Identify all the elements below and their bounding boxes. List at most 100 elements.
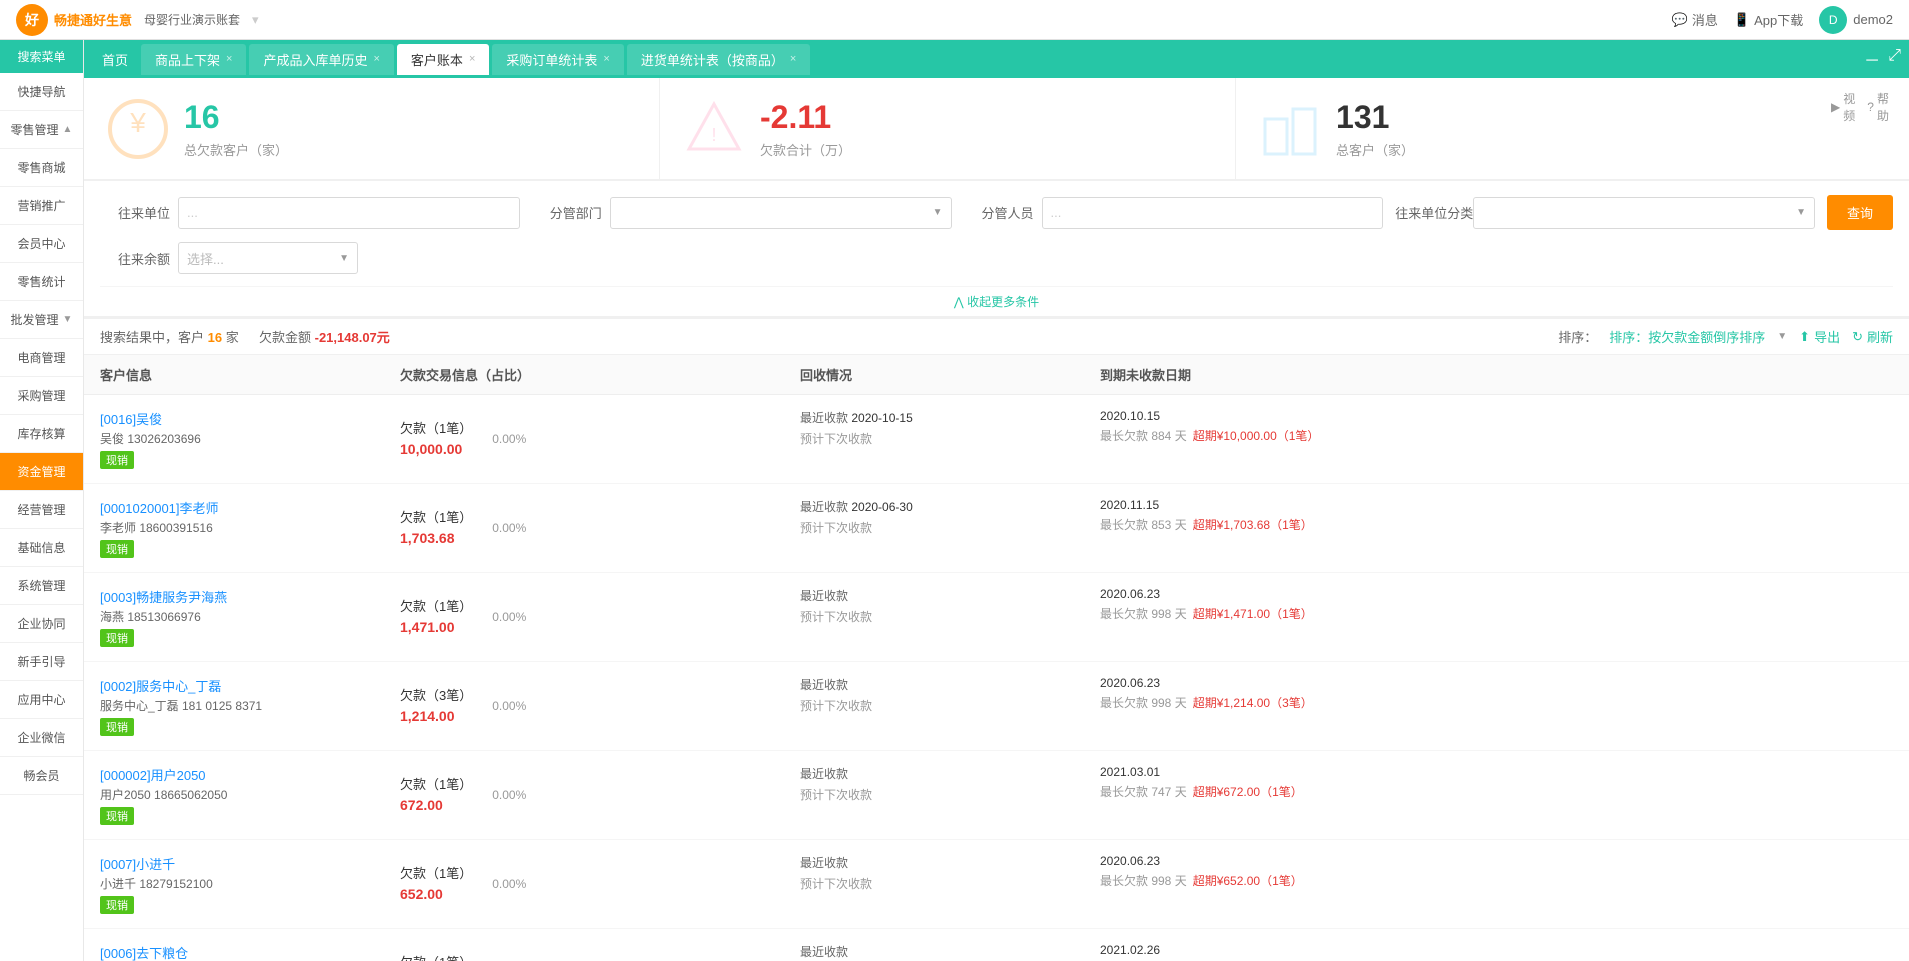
tab-customer-account[interactable]: 客户账本 ×: [397, 44, 489, 75]
customer-info-1: [0001020001]李老师 李老师 18600391516 现销: [100, 498, 400, 558]
top-bar: 好 畅捷通好生意 母婴行业演示账套 ▾ 💬 消息 📱 App下载 D demo2: [0, 0, 1909, 40]
customer-info-0: [0016]吴俊 吴俊 13026203696 现销: [100, 409, 400, 469]
overdue-date-1: 2020.11.15: [1100, 498, 1893, 512]
help-links: ▶ 视频 ? 帮助: [1831, 90, 1889, 124]
customer-info-4: [000002]用户2050 用户2050 18665062050 现销: [100, 765, 400, 825]
debt-amount-2: 1,471.00: [400, 619, 472, 635]
table-row: [0006]去下粮仓 陈小邦 现销 欠款（1笔） 455.90 0.00% 最: [84, 929, 1909, 961]
app-download-link[interactable]: 📱 App下载: [1734, 10, 1803, 29]
debt-count-5: 欠款（1笔）: [400, 863, 472, 882]
debt-cell-0: 欠款（1笔） 10,000.00 0.00%: [400, 409, 800, 469]
sidebar-item-purchase-mgmt[interactable]: 采购管理: [0, 377, 83, 415]
result-info: 搜索结果中，客户 16 家 欠款金额 -21,148.07元: [100, 327, 390, 346]
overdue-link-2[interactable]: 超期¥1,471.00（1笔）: [1193, 605, 1313, 622]
sidebar-item-app-center[interactable]: 应用中心: [0, 681, 83, 719]
tab-home[interactable]: 首页: [92, 44, 138, 75]
sidebar-item-retail-stats[interactable]: 零售统计: [0, 263, 83, 301]
col-header-payment: 回收情况: [800, 365, 1100, 384]
chevron-down-icon: ▼: [933, 207, 943, 218]
sidebar-item-inventory-check[interactable]: 库存核算: [0, 415, 83, 453]
overdue-link-0[interactable]: 超期¥10,000.00（1笔）: [1193, 427, 1320, 444]
tab-purchase-order[interactable]: 采购订单统计表 ×: [492, 44, 623, 75]
sidebar-item-free-member[interactable]: 畅会员: [0, 757, 83, 795]
sidebar-item-finance-mgmt[interactable]: 资金管理: [0, 453, 83, 491]
stat-info-total-customers: 131 总客户（家）: [1336, 98, 1787, 159]
payment-info-2: 最近收款 预计下次收款: [800, 587, 1100, 647]
message-link[interactable]: 💬 消息: [1672, 10, 1718, 29]
overdue-link-3[interactable]: 超期¥1,214.00（3笔）: [1193, 694, 1313, 711]
customer-info-5: [0007]小进千 小进千 18279152100 现销: [100, 854, 400, 914]
filter-label-balance: 往来余额: [100, 249, 170, 268]
customer-tag-4: 现销: [100, 807, 134, 825]
tab-products[interactable]: 商品上下架 ×: [141, 44, 246, 75]
customer-name-4[interactable]: [000002]用户2050: [100, 765, 400, 784]
sort-select[interactable]: 排序：按欠款金额倒序排序: [1609, 327, 1765, 346]
overdue-link-5[interactable]: 超期¥652.00（1笔）: [1193, 872, 1303, 889]
tab-expand-icon[interactable]: ⤢: [1888, 47, 1901, 71]
customer-phone-0: 吴俊 13026203696: [100, 430, 400, 447]
tab-close-products[interactable]: ×: [226, 53, 232, 65]
debt-cell-2: 欠款（1笔） 1,471.00 0.00%: [400, 587, 800, 647]
collapse-row[interactable]: ⋀ 收起更多条件: [100, 286, 1893, 316]
sidebar-item-ecommerce[interactable]: 电商管理: [0, 339, 83, 377]
video-link[interactable]: ▶ 视频: [1831, 90, 1855, 124]
tab-inventory-stats[interactable]: 进货单统计表（按商品） ×: [627, 44, 810, 75]
customer-phone-1: 李老师 18600391516: [100, 519, 400, 536]
customer-name-3[interactable]: [0002]服务中心_丁磊: [100, 676, 400, 695]
overdue-date-5: 2020.06.23: [1100, 854, 1893, 868]
tab-close-purchase-order[interactable]: ×: [603, 53, 609, 65]
tab-close-customer-account[interactable]: ×: [469, 53, 475, 65]
sidebar-item-retail-mgmt[interactable]: 零售管理 ▲: [0, 111, 83, 149]
payment-info-1: 最近收款 2020-06-30 预计下次收款: [800, 498, 1100, 558]
sidebar-item-enterprise-wechat[interactable]: 企业微信: [0, 719, 83, 757]
sidebar-item-marketing[interactable]: 营销推广: [0, 187, 83, 225]
export-button[interactable]: ⬆ 导出: [1799, 327, 1840, 346]
user-menu[interactable]: D demo2: [1819, 6, 1893, 34]
overdue-link-1[interactable]: 超期¥1,703.68（1笔）: [1193, 516, 1313, 533]
filter-input-source-unit[interactable]: ...: [178, 197, 520, 229]
stat-icon-total-customers: [1260, 99, 1320, 159]
tab-minimize-icon[interactable]: －: [1864, 47, 1880, 71]
sidebar-search[interactable]: 搜索菜单: [0, 40, 83, 73]
sidebar-item-basic-info[interactable]: 基础信息: [0, 529, 83, 567]
sidebar-item-member-center[interactable]: 会员中心: [0, 225, 83, 263]
payment-info-6: 最近收款 预计下次收款: [800, 943, 1100, 961]
sidebar-item-batch-mgmt[interactable]: 批发管理 ▼: [0, 301, 83, 339]
overdue-link-4[interactable]: 超期¥672.00（1笔）: [1193, 783, 1303, 800]
tab-close-production[interactable]: ×: [373, 53, 379, 65]
sidebar: 搜索菜单 快捷导航 零售管理 ▲ 零售商城 营销推广 会员中心 零售统计 批发管…: [0, 40, 84, 961]
filter-label-unit-category: 往来单位分类: [1395, 203, 1465, 222]
sidebar-item-enterprise-coop[interactable]: 企业协同: [0, 605, 83, 643]
sidebar-item-new-guide[interactable]: 新手引导: [0, 643, 83, 681]
customer-name-2[interactable]: [0003]畅捷服务尹海燕: [100, 587, 400, 606]
search-button[interactable]: 查询: [1827, 195, 1893, 230]
filter-input-manager[interactable]: ...: [1042, 197, 1384, 229]
sidebar-item-quick-nav[interactable]: 快捷导航: [0, 73, 83, 111]
filter-item-source-unit: 往来单位 ...: [100, 197, 520, 229]
help-link[interactable]: ? 帮助: [1867, 90, 1889, 124]
table-row: [0002]服务中心_丁磊 服务中心_丁磊 181 0125 8371 现销 欠…: [84, 662, 1909, 751]
customer-name-5[interactable]: [0007]小进千: [100, 854, 400, 873]
top-bar-right: 💬 消息 📱 App下载 D demo2: [1672, 6, 1893, 34]
col-header-overdue: 到期未收款日期: [1100, 365, 1893, 384]
refresh-button[interactable]: ↻ 刷新: [1852, 327, 1893, 346]
tab-close-inventory-stats[interactable]: ×: [790, 53, 796, 65]
tab-production[interactable]: 产成品入库单历史 ×: [249, 44, 393, 75]
filter-item-department: 分管部门 ▼: [532, 197, 952, 229]
filter-section: 往来单位 ... 分管部门 ▼ 分管人员: [84, 181, 1909, 316]
customer-info-6: [0006]去下粮仓 陈小邦 现销: [100, 943, 400, 961]
customer-name-1[interactable]: [0001020001]李老师: [100, 498, 400, 517]
sidebar-item-ops-mgmt[interactable]: 经营管理: [0, 491, 83, 529]
sidebar-item-system-mgmt[interactable]: 系统管理: [0, 567, 83, 605]
filter-select-unit-category[interactable]: ▼: [1473, 197, 1815, 229]
filter-select-department[interactable]: ▼: [610, 197, 952, 229]
debt-percent-5: 0.00%: [492, 877, 526, 891]
sidebar-item-retail-mall[interactable]: 零售商城: [0, 149, 83, 187]
debt-cell-6: 欠款（1笔） 455.90 0.00%: [400, 943, 800, 961]
filter-select-balance[interactable]: 选择... ▼: [178, 242, 358, 274]
stat-icon-debt-customers: ¥: [108, 99, 168, 159]
customer-name-0[interactable]: [0016]吴俊: [100, 409, 400, 428]
stat-info-debt-customers: 16 总欠款客户（家）: [184, 98, 635, 159]
debt-count-3: 欠款（3笔）: [400, 685, 472, 704]
customer-name-6[interactable]: [0006]去下粮仓: [100, 943, 400, 961]
